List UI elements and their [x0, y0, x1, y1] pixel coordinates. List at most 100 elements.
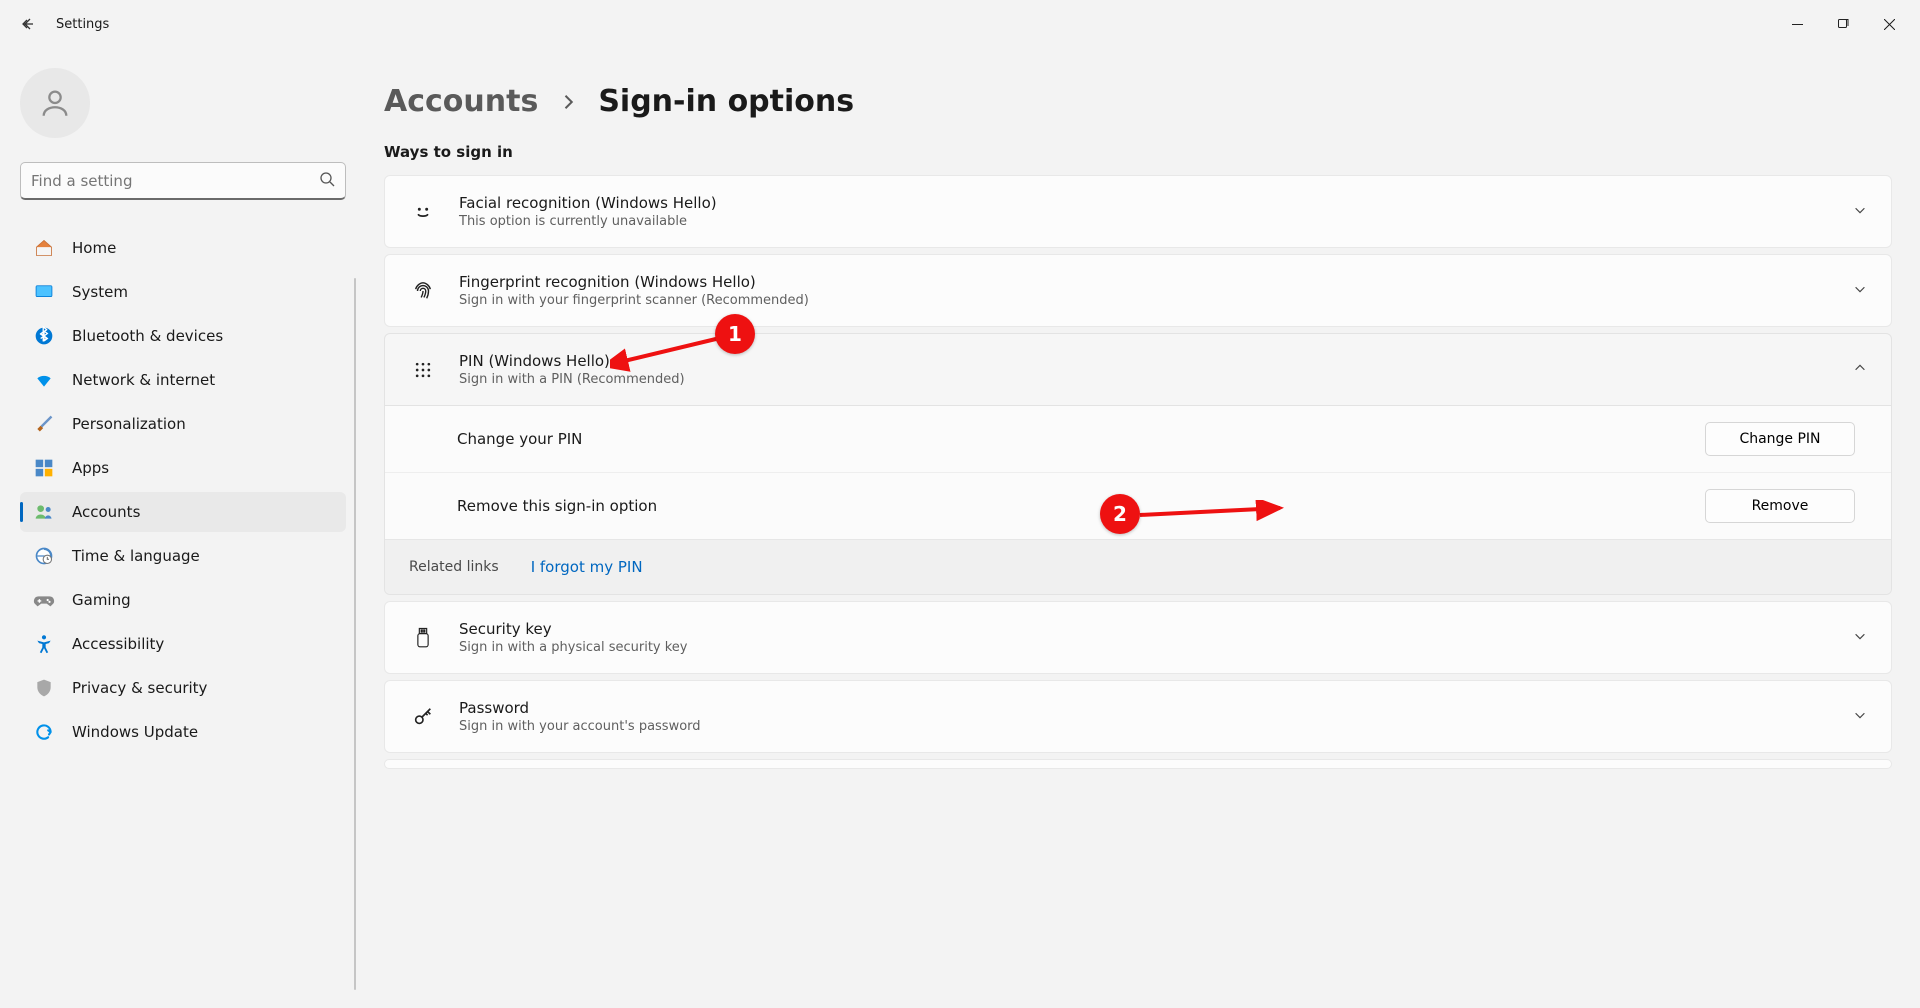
sidebar-item-label: Gaming: [72, 591, 131, 609]
update-icon: [32, 720, 56, 744]
shield-icon: [32, 676, 56, 700]
nav: Home System Bluetooth & devices Network …: [20, 228, 346, 752]
sidebar-item-network[interactable]: Network & internet: [20, 360, 346, 400]
pin-change-label: Change your PIN: [457, 430, 582, 448]
sidebar-item-bluetooth[interactable]: Bluetooth & devices: [20, 316, 346, 356]
option-title: PIN (Windows Hello): [459, 352, 1853, 370]
option-card-face: Facial recognition (Windows Hello) This …: [384, 175, 1892, 248]
sidebar-item-system[interactable]: System: [20, 272, 346, 312]
chevron-up-icon: [1853, 360, 1867, 379]
content-area: Accounts Sign-in options Ways to sign in…: [360, 48, 1920, 1008]
avatar[interactable]: [20, 68, 90, 138]
chevron-right-icon: [558, 92, 578, 112]
sidebar-item-label: Bluetooth & devices: [72, 327, 223, 345]
pin-related-row: Related links I forgot my PIN: [385, 539, 1891, 594]
option-subtitle: Sign in with your fingerprint scanner (R…: [459, 293, 1853, 308]
breadcrumb-current: Sign-in options: [598, 84, 854, 119]
gaming-icon: [32, 588, 56, 612]
accessibility-icon: [32, 632, 56, 656]
home-icon: [32, 236, 56, 260]
face-icon: [409, 201, 437, 223]
key-icon: [409, 706, 437, 728]
change-pin-button[interactable]: Change PIN: [1705, 422, 1855, 456]
close-icon: [1884, 19, 1895, 30]
option-header-pin[interactable]: PIN (Windows Hello) Sign in with a PIN (…: [385, 334, 1891, 406]
sidebar-item-label: Personalization: [72, 415, 186, 433]
option-title: Facial recognition (Windows Hello): [459, 194, 1853, 212]
search-icon: [319, 171, 335, 191]
option-subtitle: This option is currently unavailable: [459, 214, 1853, 229]
option-title: Security key: [459, 620, 1853, 638]
option-header-password[interactable]: Password Sign in with your account's pas…: [385, 681, 1891, 752]
pin-remove-row: Remove this sign-in option Remove: [385, 472, 1891, 539]
option-title: Fingerprint recognition (Windows Hello): [459, 273, 1853, 291]
option-card-pin: PIN (Windows Hello) Sign in with a PIN (…: [384, 333, 1892, 595]
minimize-icon: [1792, 19, 1803, 30]
chevron-down-icon: [1853, 628, 1867, 647]
option-card-fingerprint: Fingerprint recognition (Windows Hello) …: [384, 254, 1892, 327]
pin-remove-label: Remove this sign-in option: [457, 497, 657, 515]
remove-pin-button[interactable]: Remove: [1705, 489, 1855, 523]
title-bar: Settings: [0, 0, 1920, 48]
related-links-label: Related links: [409, 559, 499, 575]
sidebar-item-label: System: [72, 283, 128, 301]
fingerprint-icon: [409, 280, 437, 302]
pin-change-row: Change your PIN Change PIN: [385, 406, 1891, 472]
option-subtitle: Sign in with a physical security key: [459, 640, 1853, 655]
search-input[interactable]: [31, 172, 319, 190]
sidebar: Home System Bluetooth & devices Network …: [0, 48, 360, 1008]
sidebar-item-apps[interactable]: Apps: [20, 448, 346, 488]
chevron-down-icon: [1853, 281, 1867, 300]
option-subtitle: Sign in with your account's password: [459, 719, 1853, 734]
option-card-next: [384, 759, 1892, 769]
forgot-pin-link[interactable]: I forgot my PIN: [531, 558, 643, 576]
option-header-next[interactable]: [385, 760, 1891, 768]
sidebar-item-label: Privacy & security: [72, 679, 207, 697]
system-icon: [32, 280, 56, 304]
sidebar-item-privacy[interactable]: Privacy & security: [20, 668, 346, 708]
sidebar-item-personalization[interactable]: Personalization: [20, 404, 346, 444]
brush-icon: [32, 412, 56, 436]
clock-globe-icon: [32, 544, 56, 568]
option-title: Password: [459, 699, 1853, 717]
option-header-face[interactable]: Facial recognition (Windows Hello) This …: [385, 176, 1891, 247]
sidebar-item-home[interactable]: Home: [20, 228, 346, 268]
maximize-icon: [1838, 19, 1849, 30]
accounts-icon: [32, 500, 56, 524]
sidebar-item-label: Accessibility: [72, 635, 164, 653]
sidebar-item-label: Accounts: [72, 503, 140, 521]
apps-icon: [32, 456, 56, 480]
sidebar-item-label: Network & internet: [72, 371, 215, 389]
maximize-button[interactable]: [1820, 8, 1866, 40]
sidebar-item-time[interactable]: Time & language: [20, 536, 346, 576]
sidebar-item-label: Windows Update: [72, 723, 198, 741]
chevron-down-icon: [1853, 707, 1867, 726]
option-subtitle: Sign in with a PIN (Recommended): [459, 372, 1853, 387]
pin-keypad-icon: [409, 360, 437, 380]
option-header-fingerprint[interactable]: Fingerprint recognition (Windows Hello) …: [385, 255, 1891, 326]
sidebar-item-gaming[interactable]: Gaming: [20, 580, 346, 620]
section-title: Ways to sign in: [384, 143, 1892, 161]
usb-key-icon: [409, 627, 437, 649]
breadcrumb: Accounts Sign-in options: [384, 84, 1892, 119]
sidebar-item-label: Apps: [72, 459, 109, 477]
bluetooth-icon: [32, 324, 56, 348]
person-icon: [38, 86, 72, 120]
sidebar-item-accessibility[interactable]: Accessibility: [20, 624, 346, 664]
back-button[interactable]: [8, 4, 48, 44]
wifi-icon: [32, 368, 56, 392]
option-header-securitykey[interactable]: Security key Sign in with a physical sec…: [385, 602, 1891, 673]
sidebar-scrollbar[interactable]: [354, 278, 356, 990]
window-title: Settings: [56, 17, 109, 32]
chevron-down-icon: [1853, 202, 1867, 221]
sidebar-item-label: Time & language: [72, 547, 200, 565]
option-card-password: Password Sign in with your account's pas…: [384, 680, 1892, 753]
sidebar-item-accounts[interactable]: Accounts: [20, 492, 346, 532]
minimize-button[interactable]: [1774, 8, 1820, 40]
sidebar-item-label: Home: [72, 239, 116, 257]
sidebar-item-update[interactable]: Windows Update: [20, 712, 346, 752]
close-button[interactable]: [1866, 8, 1912, 40]
breadcrumb-parent[interactable]: Accounts: [384, 84, 538, 119]
option-card-securitykey: Security key Sign in with a physical sec…: [384, 601, 1892, 674]
search-box[interactable]: [20, 162, 346, 200]
